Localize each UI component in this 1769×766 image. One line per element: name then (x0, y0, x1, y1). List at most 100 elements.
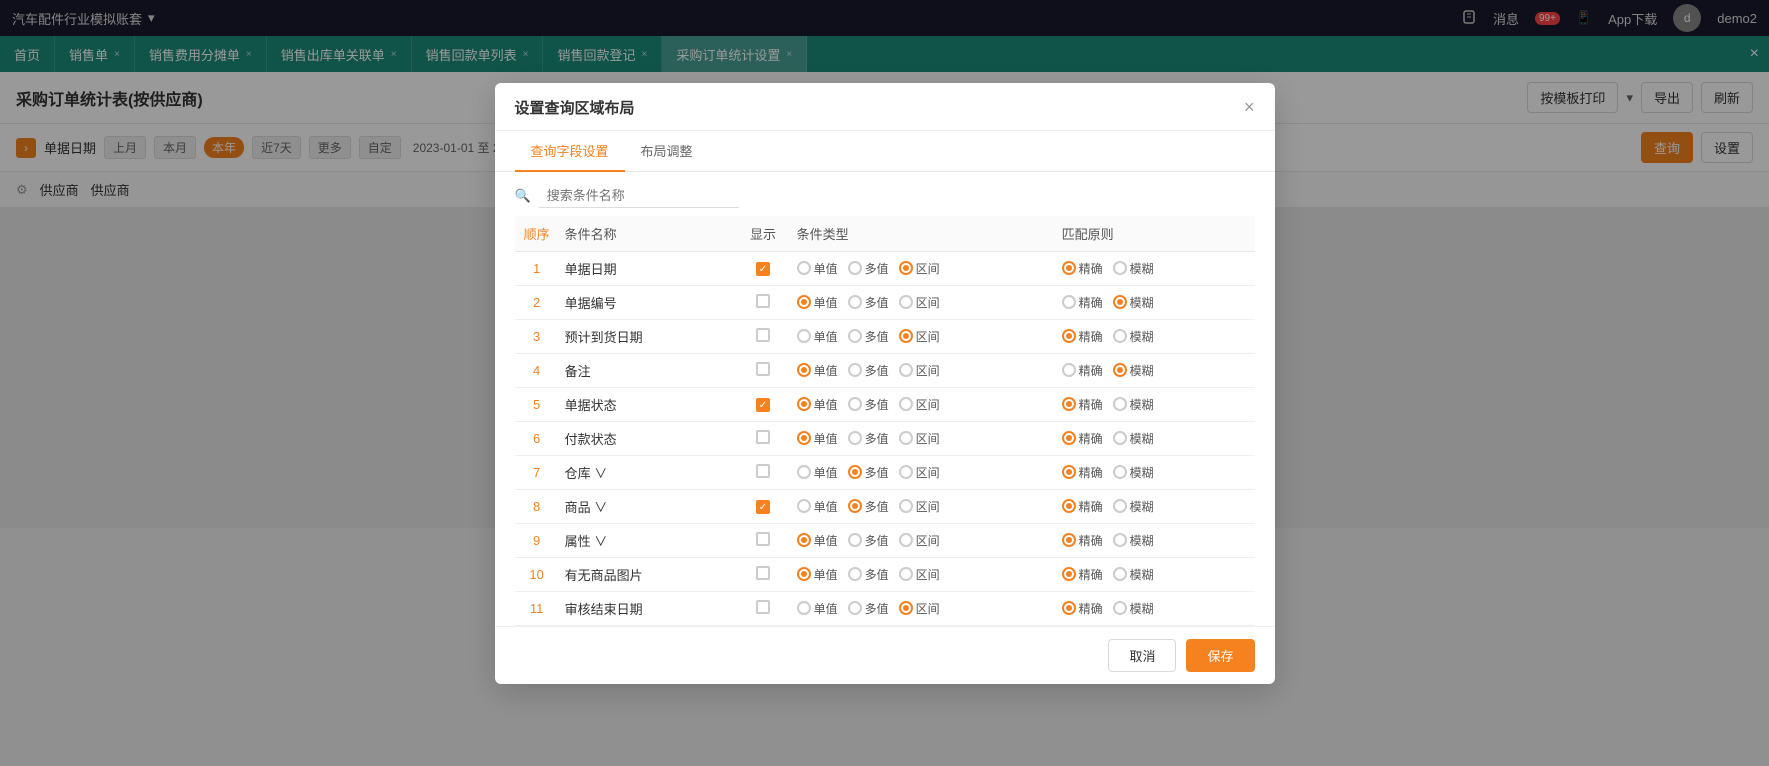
match-radio-item[interactable]: 精确 (1062, 328, 1103, 345)
type-radio-item[interactable]: 区间 (899, 396, 940, 413)
display-checkbox[interactable] (756, 328, 770, 342)
radio-circle (848, 397, 862, 411)
match-radio-item[interactable]: 模糊 (1113, 430, 1154, 447)
type-radio-item[interactable]: 区间 (899, 566, 940, 583)
type-radio-item[interactable]: 多值 (848, 532, 889, 549)
match-radio-item[interactable]: 精确 (1062, 532, 1103, 549)
match-radio-item[interactable]: 精确 (1062, 362, 1103, 379)
type-radio-item[interactable]: 单值 (797, 294, 838, 311)
type-radio-item[interactable]: 单值 (797, 430, 838, 447)
radio-circle (899, 431, 913, 445)
type-radio-item[interactable]: 单值 (797, 532, 838, 549)
type-radio-item[interactable]: 多值 (848, 600, 889, 617)
type-radio-item[interactable]: 单值 (797, 464, 838, 481)
cell-display[interactable] (735, 319, 790, 353)
type-radio-item[interactable]: 区间 (899, 600, 940, 617)
type-radio-item[interactable]: 单值 (797, 498, 838, 515)
match-radio-item[interactable]: 精确 (1062, 396, 1103, 413)
cell-display[interactable] (735, 455, 790, 489)
display-checkbox[interactable]: ✓ (756, 262, 770, 276)
table-row: 11审核结束日期单值多值区间精确模糊 (515, 591, 1255, 625)
match-radio-item[interactable]: 精确 (1062, 498, 1103, 515)
cell-type: 单值多值区间 (791, 557, 1056, 591)
type-radio-item[interactable]: 区间 (899, 532, 940, 549)
cell-name: 单据状态 (559, 387, 736, 421)
match-radio-item[interactable]: 模糊 (1113, 498, 1154, 515)
type-radio-item[interactable]: 区间 (899, 328, 940, 345)
match-radio-item[interactable]: 精确 (1062, 430, 1103, 447)
type-radio-item[interactable]: 单值 (797, 396, 838, 413)
display-checkbox[interactable] (756, 600, 770, 614)
type-radio-item[interactable]: 多值 (848, 498, 889, 515)
type-radio-item[interactable]: 单值 (797, 260, 838, 277)
match-radio-item[interactable]: 精确 (1062, 294, 1103, 311)
match-radio-item[interactable]: 模糊 (1113, 566, 1154, 583)
cell-display[interactable] (735, 557, 790, 591)
type-radio-item[interactable]: 区间 (899, 464, 940, 481)
display-checkbox[interactable] (756, 430, 770, 444)
type-radio-item[interactable]: 多值 (848, 260, 889, 277)
match-radio-item[interactable]: 模糊 (1113, 464, 1154, 481)
cell-type: 单值多值区间 (791, 319, 1056, 353)
match-radio-item[interactable]: 模糊 (1113, 600, 1154, 617)
cell-display[interactable]: ✓ (735, 387, 790, 421)
type-radio-item[interactable]: 多值 (848, 328, 889, 345)
display-checkbox[interactable] (756, 294, 770, 308)
match-radio-item[interactable]: 精确 (1062, 600, 1103, 617)
search-icon: 🔍 (515, 188, 531, 204)
search-input[interactable] (539, 184, 739, 208)
type-radio-item[interactable]: 多值 (848, 362, 889, 379)
radio-label: 模糊 (1130, 396, 1154, 413)
cancel-button[interactable]: 取消 (1108, 639, 1176, 672)
type-radio-item[interactable]: 单值 (797, 362, 838, 379)
cell-display[interactable]: ✓ (735, 489, 790, 523)
type-radio-item[interactable]: 多值 (848, 430, 889, 447)
dialog: 设置查询区域布局 × 查询字段设置 布局调整 🔍 (495, 83, 1275, 684)
type-radio-item[interactable]: 区间 (899, 498, 940, 515)
radio-circle (1062, 533, 1076, 547)
type-radio-item[interactable]: 单值 (797, 328, 838, 345)
type-radio-item[interactable]: 单值 (797, 566, 838, 583)
cell-type: 单值多值区间 (791, 251, 1056, 285)
type-radio-item[interactable]: 多值 (848, 566, 889, 583)
cell-display[interactable] (735, 353, 790, 387)
display-checkbox[interactable]: ✓ (756, 398, 770, 412)
match-radio-item[interactable]: 精确 (1062, 260, 1103, 277)
type-radio-item[interactable]: 区间 (899, 294, 940, 311)
display-checkbox[interactable] (756, 464, 770, 478)
type-radio-item[interactable]: 区间 (899, 362, 940, 379)
display-checkbox[interactable]: ✓ (756, 500, 770, 514)
radio-label: 区间 (916, 396, 940, 413)
cell-display[interactable]: ✓ (735, 251, 790, 285)
tab-layout-adjust[interactable]: 布局调整 (625, 131, 709, 172)
radio-label: 多值 (865, 396, 889, 413)
match-radio-item[interactable]: 模糊 (1113, 362, 1154, 379)
save-button[interactable]: 保存 (1186, 639, 1254, 672)
cell-display[interactable] (735, 421, 790, 455)
display-checkbox[interactable] (756, 362, 770, 376)
match-radio-item[interactable]: 模糊 (1113, 328, 1154, 345)
display-checkbox[interactable] (756, 566, 770, 580)
dialog-close-button[interactable]: × (1244, 98, 1255, 116)
type-radio-item[interactable]: 多值 (848, 294, 889, 311)
match-radio-item[interactable]: 模糊 (1113, 294, 1154, 311)
type-radio-item[interactable]: 区间 (899, 260, 940, 277)
tab-query-fields-label: 查询字段设置 (531, 144, 609, 159)
cell-type: 单值 多值 区间 (791, 387, 1056, 421)
type-radio-item[interactable]: 多值 (848, 464, 889, 481)
cell-display[interactable] (735, 285, 790, 319)
match-radio-item[interactable]: 模糊 (1113, 532, 1154, 549)
radio-circle (1113, 465, 1127, 479)
type-radio-item[interactable]: 单值 (797, 600, 838, 617)
match-radio-item[interactable]: 模糊 (1113, 396, 1154, 413)
cell-display[interactable] (735, 591, 790, 625)
cell-match: 精确模糊 (1056, 421, 1255, 455)
display-checkbox[interactable] (756, 532, 770, 546)
match-radio-item[interactable]: 精确 (1062, 566, 1103, 583)
match-radio-item[interactable]: 精确 (1062, 464, 1103, 481)
match-radio-item[interactable]: 模糊 (1113, 260, 1154, 277)
cell-display[interactable] (735, 523, 790, 557)
tab-query-fields[interactable]: 查询字段设置 (515, 131, 625, 172)
type-radio-item[interactable]: 区间 (899, 430, 940, 447)
type-radio-item[interactable]: 多值 (848, 396, 889, 413)
